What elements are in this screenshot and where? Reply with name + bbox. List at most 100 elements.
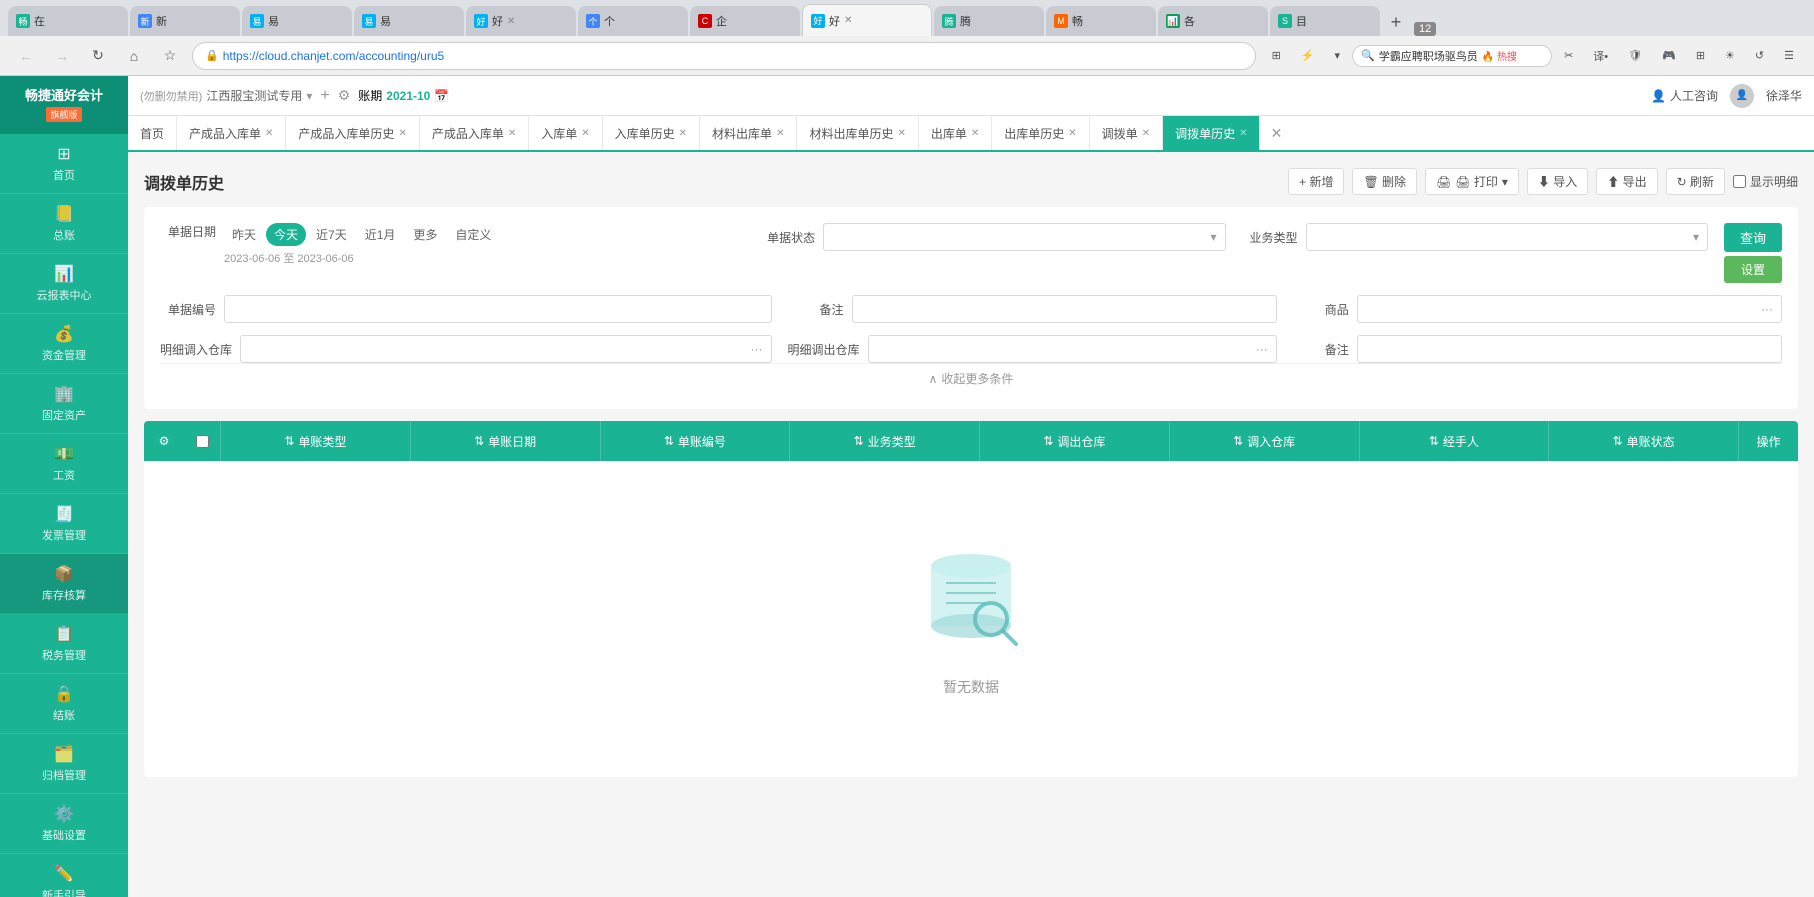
sidebar-item-invoice[interactable]: 🧾 发票管理	[0, 494, 128, 554]
browser-tab-4[interactable]: 易 易	[354, 6, 464, 36]
dropdown-button[interactable]: ▾	[1327, 45, 1349, 66]
refresh-page-button[interactable]: ↻ 刷新	[1666, 168, 1725, 195]
page-tab-4[interactable]: 入库单 ✕	[529, 116, 602, 151]
page-tab-3-close[interactable]: ✕	[508, 128, 516, 139]
date-btn-custom[interactable]: 自定义	[447, 223, 499, 246]
sidebar-item-ledger[interactable]: 📒 总账	[0, 194, 128, 254]
show-summary-checkbox[interactable]: 显示明细	[1733, 173, 1798, 190]
page-tab-7[interactable]: 材料出库单历史 ✕	[797, 116, 918, 151]
translate-button[interactable]: 译•	[1585, 44, 1616, 68]
page-tab-10-close[interactable]: ✕	[1142, 128, 1150, 139]
username[interactable]: 徐泽华	[1766, 87, 1802, 104]
date-btn-7days[interactable]: 近7天	[308, 223, 355, 246]
cut-icon[interactable]: ✂	[1556, 45, 1581, 66]
sidebar-item-close[interactable]: 🔒 结账	[0, 674, 128, 734]
browser-tab-11[interactable]: 📊 各	[1158, 6, 1268, 36]
shield-button[interactable]: 🛡	[1620, 45, 1650, 66]
home-button[interactable]: ⌂	[120, 42, 148, 70]
th-out-warehouse[interactable]: ⇅ 调出仓库	[979, 421, 1169, 461]
filter-settings-button[interactable]: 设置	[1724, 256, 1782, 283]
page-tab-5-close[interactable]: ✕	[679, 128, 687, 139]
date-btn-today[interactable]: 今天	[266, 223, 306, 246]
delete-button[interactable]: 🗑 删除	[1352, 168, 1417, 195]
date-btn-more[interactable]: 更多	[405, 223, 445, 246]
page-tab-3[interactable]: 产成品入库单 ✕	[420, 116, 529, 151]
page-tab-1-close[interactable]: ✕	[265, 128, 273, 139]
detail-in-selector[interactable]: ···	[240, 335, 772, 363]
customer-service-button[interactable]: 👤 人工咨询	[1651, 87, 1718, 104]
page-tab-active[interactable]: 调拨单历史 ✕	[1163, 116, 1260, 151]
page-tab-8[interactable]: 出库单 ✕	[919, 116, 992, 151]
th-order-type[interactable]: ⇅ 单账类型	[220, 421, 410, 461]
page-tab-7-close[interactable]: ✕	[897, 128, 905, 139]
table-select-all[interactable]	[184, 421, 220, 461]
sidebar-item-report[interactable]: 📊 云报表中心	[0, 254, 128, 314]
page-tab-2-close[interactable]: ✕	[398, 128, 406, 139]
th-order-status[interactable]: ⇅ 单账状态	[1548, 421, 1738, 461]
browser-tab-3[interactable]: 易 易	[242, 6, 352, 36]
note-input[interactable]	[852, 295, 1277, 323]
browser-tab-7[interactable]: C 企	[690, 6, 800, 36]
back-button[interactable]: ←	[12, 42, 40, 70]
page-tab-6-close[interactable]: ✕	[776, 128, 784, 139]
sidebar-item-inventory[interactable]: 📦 库存核算	[0, 554, 128, 614]
browser-tab-10[interactable]: M 畅	[1046, 6, 1156, 36]
search-bar[interactable]: 🔍 学霸应聘职场驱鸟员 🔥 热搜	[1352, 45, 1552, 67]
date-btn-1month[interactable]: 近1月	[357, 223, 404, 246]
address-input[interactable]: 🔒 https://cloud.chanjet.com/accounting/u…	[192, 42, 1256, 70]
tab-close-8[interactable]: ✕	[844, 15, 852, 26]
browser-tab-6[interactable]: 个 个	[578, 6, 688, 36]
add-company-button[interactable]: +	[320, 87, 329, 105]
export-button[interactable]: ⬆ 导出	[1596, 168, 1657, 195]
theme-button[interactable]: ☀	[1717, 45, 1743, 66]
lightning-button[interactable]: ⚡	[1293, 45, 1323, 66]
browser-tab-1[interactable]: 畅 在	[8, 6, 128, 36]
table-settings-button[interactable]: ⚙	[144, 421, 184, 461]
th-order-no[interactable]: ⇅ 单账编号	[600, 421, 790, 461]
page-tab-9-close[interactable]: ✕	[1068, 128, 1076, 139]
page-tab-2[interactable]: 产成品入库单历史 ✕	[286, 116, 419, 151]
detail-out-selector[interactable]: ···	[868, 335, 1277, 363]
grid-button[interactable]: ⊞	[1688, 45, 1713, 66]
import-button[interactable]: ⬇ 导入	[1527, 168, 1588, 195]
page-tab-10[interactable]: 调拨单 ✕	[1090, 116, 1163, 151]
sidebar-item-fixed[interactable]: 🏢 固定资产	[0, 374, 128, 434]
favorite-button[interactable]: ☆	[156, 42, 184, 70]
summary-checkbox-input[interactable]	[1733, 175, 1746, 188]
query-button[interactable]: 查询	[1724, 223, 1782, 252]
goods-selector[interactable]: ···	[1357, 295, 1782, 323]
sidebar-item-settings[interactable]: ⚙️ 基础设置	[0, 794, 128, 854]
select-all-checkbox[interactable]	[196, 435, 209, 448]
sidebar-item-guide[interactable]: ✏️ 新手引导	[0, 854, 128, 897]
sidebar-item-archive[interactable]: 🗂️ 归档管理	[0, 734, 128, 794]
business-type-select[interactable]: ▾	[1306, 223, 1708, 251]
th-business-type[interactable]: ⇅ 业务类型	[789, 421, 979, 461]
user-avatar[interactable]: 👤	[1730, 84, 1754, 108]
page-tab-5[interactable]: 入库单历史 ✕	[603, 116, 700, 151]
page-tab-8-close[interactable]: ✕	[971, 128, 979, 139]
order-no-input[interactable]	[224, 295, 772, 323]
new-button[interactable]: + 新增	[1288, 168, 1344, 195]
browser-tab-9[interactable]: 腾 腾	[934, 6, 1044, 36]
th-order-date[interactable]: ⇅ 单账日期	[410, 421, 600, 461]
backup-input[interactable]	[1357, 335, 1782, 363]
game-button[interactable]: 🎮	[1654, 45, 1684, 66]
close-all-tabs-button[interactable]: ✕	[1264, 116, 1288, 151]
company-selector[interactable]: (勿删勿禁用) 江西服宝测试专用 ▾	[140, 87, 312, 104]
print-button[interactable]: 🖨 🖨 打印 ▾	[1425, 168, 1519, 195]
browser-tab-5[interactable]: 好 好 ✕	[466, 6, 576, 36]
page-tab-9[interactable]: 出库单历史 ✕	[992, 116, 1089, 151]
sidebar-item-capital[interactable]: 💰 资金管理	[0, 314, 128, 374]
undo-button[interactable]: ↺	[1747, 45, 1772, 66]
tab-close-5[interactable]: ✕	[507, 16, 515, 27]
browser-tab-2[interactable]: 新 新	[130, 6, 240, 36]
page-tab-6[interactable]: 材料出库单 ✕	[700, 116, 797, 151]
page-tab-4-close[interactable]: ✕	[581, 128, 589, 139]
browser-tab-12[interactable]: S 目	[1270, 6, 1380, 36]
forward-button[interactable]: →	[48, 42, 76, 70]
refresh-button[interactable]: ↻	[84, 42, 112, 70]
menu-button[interactable]: ☰	[1776, 45, 1802, 66]
th-in-warehouse[interactable]: ⇅ 调入仓库	[1169, 421, 1359, 461]
page-tab-active-close[interactable]: ✕	[1239, 128, 1247, 139]
calendar-icon[interactable]: 📅	[434, 89, 449, 103]
